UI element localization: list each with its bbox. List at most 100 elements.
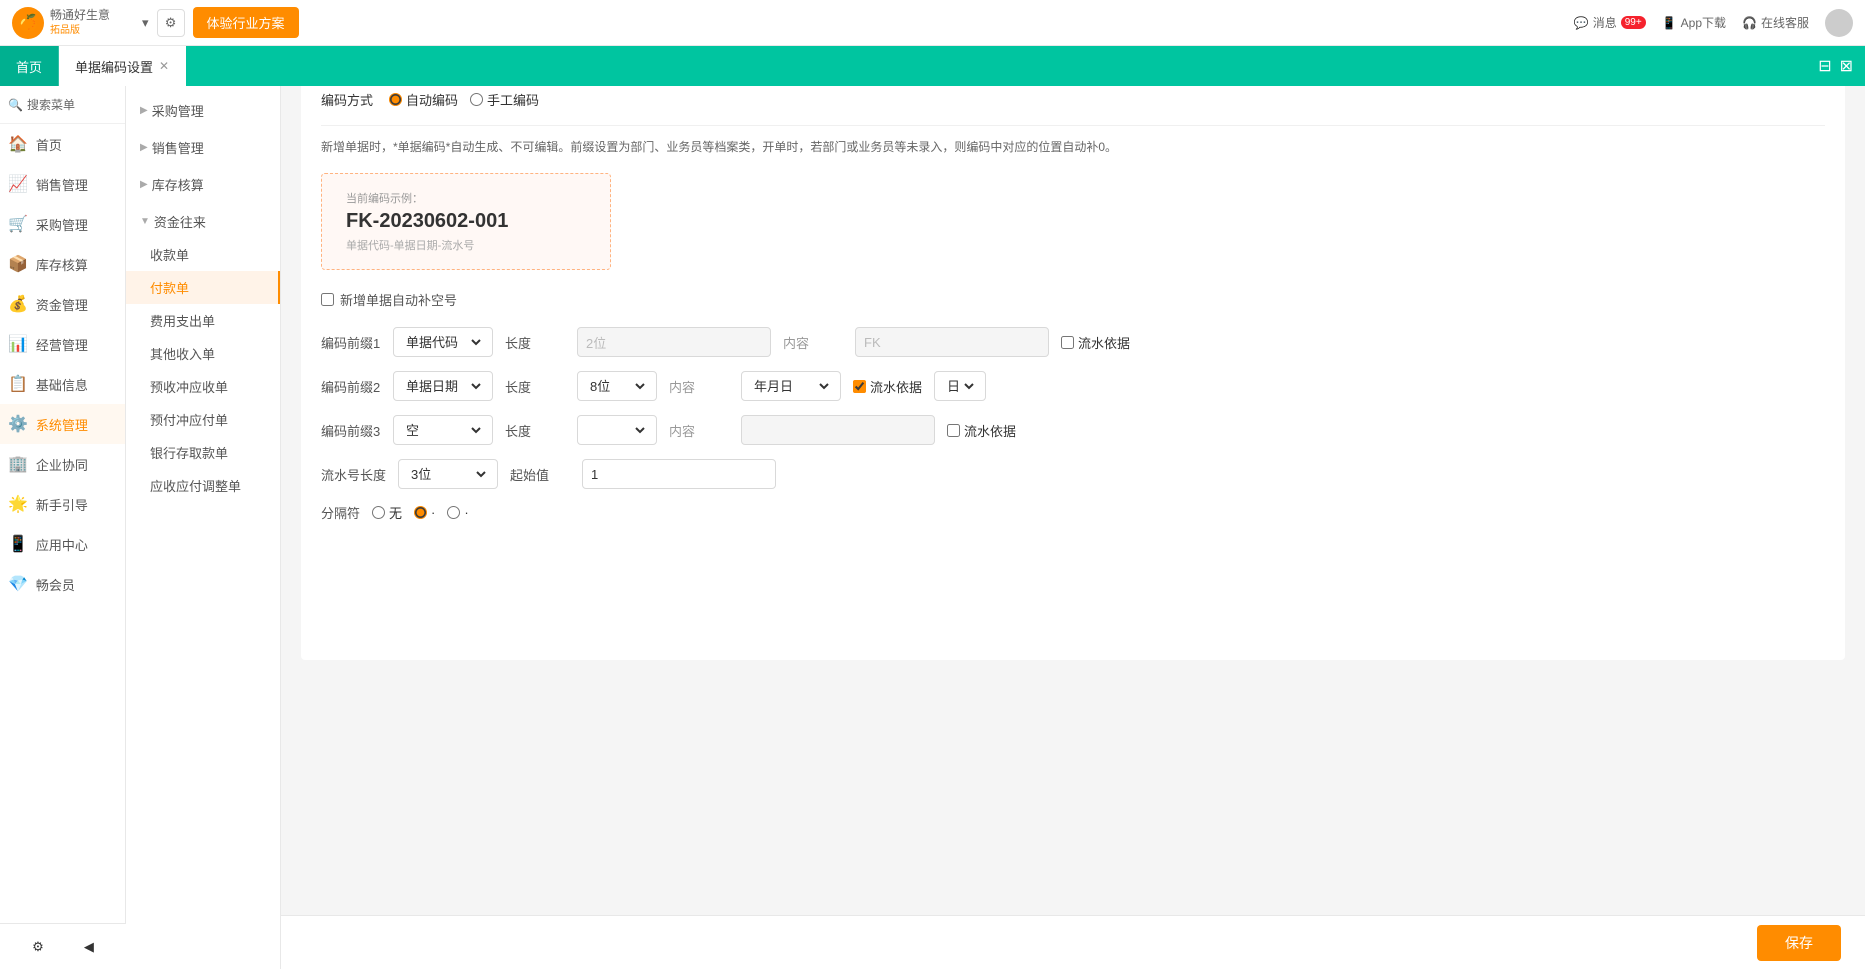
sub-group-capital-header[interactable]: ▼ 资金往来 [126,205,280,238]
settings-button[interactable]: ⚙ [157,9,185,37]
sidebar-item-basic[interactable]: 📋 基础信息 [0,364,125,404]
trial-button[interactable]: 体验行业方案 [193,7,299,38]
separator-dot-radio[interactable] [414,506,427,519]
window-maximize-icon[interactable]: ⊠ [1840,56,1853,76]
flow-check2: 流水依据 [853,377,922,396]
tab-home-label: 首页 [16,57,42,76]
content2-select[interactable]: 年月日 年月 年 [741,371,841,401]
content3-input [741,415,935,445]
length3-dropdown[interactable] [586,422,648,439]
sidebar-item-system[interactable]: ⚙️ 系统管理 [0,404,125,444]
sub-group-purchase-header[interactable]: ▶ 采购管理 [126,94,280,127]
prefix1-dropdown[interactable]: 单据代码 部门 业务员 空 [402,334,484,351]
apps-icon: 📱 [8,534,28,554]
flow2-period-select[interactable]: 日 月 年 [934,371,986,401]
length3-select[interactable] [577,415,657,445]
sidebar-item-sales[interactable]: 📈 销售管理 [0,164,125,204]
separator-none-radio[interactable] [372,506,385,519]
separator-dot-option[interactable]: · [414,505,435,520]
avatar[interactable] [1825,9,1853,37]
app-download-button[interactable]: 📱 App下载 [1662,14,1726,31]
sidebar-label-guide: 新手引导 [36,495,88,514]
prefix1-label: 编码前缀1 [321,333,381,352]
search-icon: 🔍 [8,98,23,112]
content2-dropdown[interactable]: 年月日 年月 年 [750,378,832,395]
sidebar-item-vip[interactable]: 💎 畅会员 [0,564,125,604]
sidebar-bottom: ⚙ ◀ [0,923,126,969]
sidebar-label-basic: 基础信息 [36,375,88,394]
prefix3-dropdown[interactable]: 空 单据代码 单据日期 部门 业务员 [402,422,484,439]
content1-input [855,327,1049,357]
prefix2-dropdown[interactable]: 单据日期 部门 业务员 空 [402,378,484,395]
logo-sub: 拓品版 [50,24,110,37]
sub-group-sales-header[interactable]: ▶ 销售管理 [126,131,280,164]
sidebar-item-purchase[interactable]: 🛒 采购管理 [0,204,125,244]
flow-checkbox2[interactable] [853,380,866,393]
sidebar-item-operations[interactable]: 📊 经营管理 [0,324,125,364]
flow-length-select[interactable]: 3位 4位 5位 [398,459,498,489]
window-minimize-icon[interactable]: ⊟ [1818,56,1831,76]
length2-dropdown[interactable]: 8位 6位 4位 [586,378,648,395]
content1-label: 内容 [783,333,843,352]
manual-code-radio[interactable] [470,93,483,106]
separator-dash-radio[interactable] [447,506,460,519]
sub-item-ap-adjust[interactable]: 应收应付调整单 [126,469,280,502]
search-menu[interactable]: 🔍 搜索菜单 [0,86,125,124]
sub-item-receipt[interactable]: 收款单 [126,238,280,271]
sub-item-prepaid-pay[interactable]: 预付冲应付单 [126,403,280,436]
tab-close-icon[interactable]: ✕ [159,59,169,73]
sidebar-item-guide[interactable]: 🌟 新手引导 [0,484,125,524]
flow-checkbox1[interactable] [1061,336,1074,349]
manual-code-option[interactable]: 手工编码 [470,90,539,109]
start-value-input[interactable] [582,459,776,489]
save-button[interactable]: 保存 [1757,925,1841,961]
prefix2-select[interactable]: 单据日期 部门 业务员 空 [393,371,493,401]
sub-item-bank-deposit[interactable]: 银行存取款单 [126,436,280,469]
sidebar-item-home[interactable]: 🏠 首页 [0,124,125,164]
settings-bottom-icon[interactable]: ⚙ [32,939,44,955]
vip-icon: 💎 [8,574,28,594]
flow2-period-dropdown[interactable]: 日 月 年 [943,378,977,395]
auto-code-option[interactable]: 自动编码 [389,90,458,109]
header-right: 💬 消息 99+ 📱 App下载 🎧 在线客服 [1574,9,1853,37]
message-icon: 💬 [1574,16,1589,30]
auto-code-radio[interactable] [389,93,402,106]
content2-label: 内容 [669,377,729,396]
prefix1-select[interactable]: 单据代码 部门 业务员 空 [393,327,493,357]
messages-button[interactable]: 💬 消息 99+ [1574,14,1646,31]
prefix3-select[interactable]: 空 单据代码 单据日期 部门 业务员 [393,415,493,445]
tab-encoding[interactable]: 单据编码设置 ✕ [59,46,186,86]
separator-dash-option[interactable]: · [447,505,468,520]
sidebar-item-apps[interactable]: 📱 应用中心 [0,524,125,564]
length2-select[interactable]: 8位 6位 4位 [577,371,657,401]
sidebar-label-enterprise: 企业协同 [36,455,88,474]
sidebar-item-enterprise[interactable]: 🏢 企业协同 [0,444,125,484]
flow-length-row: 流水号长度 3位 4位 5位 起始值 [321,459,1825,489]
sub-item-prepaid-recv[interactable]: 预收冲应收单 [126,370,280,403]
header-dropdown[interactable]: ▾ [142,15,149,31]
flow-checkbox3[interactable] [947,424,960,437]
sidebar: 🔍 搜索菜单 🏠 首页 📈 销售管理 🛒 采购管理 📦 库存核算 💰 资金管理 … [0,86,126,969]
collapse-icon[interactable]: ◀ [84,939,94,955]
top-header: 🍊 畅通好生意 拓品版 ▾ ⚙ 体验行业方案 💬 消息 99+ 📱 App下载 … [0,0,1865,46]
sidebar-item-finance[interactable]: 💰 资金管理 [0,284,125,324]
code-preview-box: 当前编码示例： FK-20230602-001 单据代码-单据日期-流水号 [321,173,611,270]
sub-item-expense[interactable]: 费用支出单 [126,304,280,337]
sub-item-other-income[interactable]: 其他收入单 [126,337,280,370]
separator-none-option[interactable]: 无 [372,503,402,522]
separator-label: 分隔符 [321,503,360,522]
flow-length-dropdown[interactable]: 3位 4位 5位 [407,466,489,483]
sidebar-item-inventory[interactable]: 📦 库存核算 [0,244,125,284]
separator-row: 分隔符 无 · · [321,503,1825,522]
sidebar-label-vip: 畅会员 [36,575,75,594]
sub-item-payment[interactable]: 付款单 [126,271,280,304]
coding-method-row: 编码方式 自动编码 手工编码 [321,80,1825,126]
save-bar: 保存 [281,915,1865,969]
length2-label: 长度 [505,377,565,396]
chevron-right-icon3: ▶ [140,179,148,190]
sidebar-label-operations: 经营管理 [36,335,88,354]
auto-fill-checkbox[interactable] [321,293,334,306]
sub-group-inventory-header[interactable]: ▶ 库存核算 [126,168,280,201]
tab-home[interactable]: 首页 [0,46,59,86]
online-service-button[interactable]: 🎧 在线客服 [1742,14,1809,31]
